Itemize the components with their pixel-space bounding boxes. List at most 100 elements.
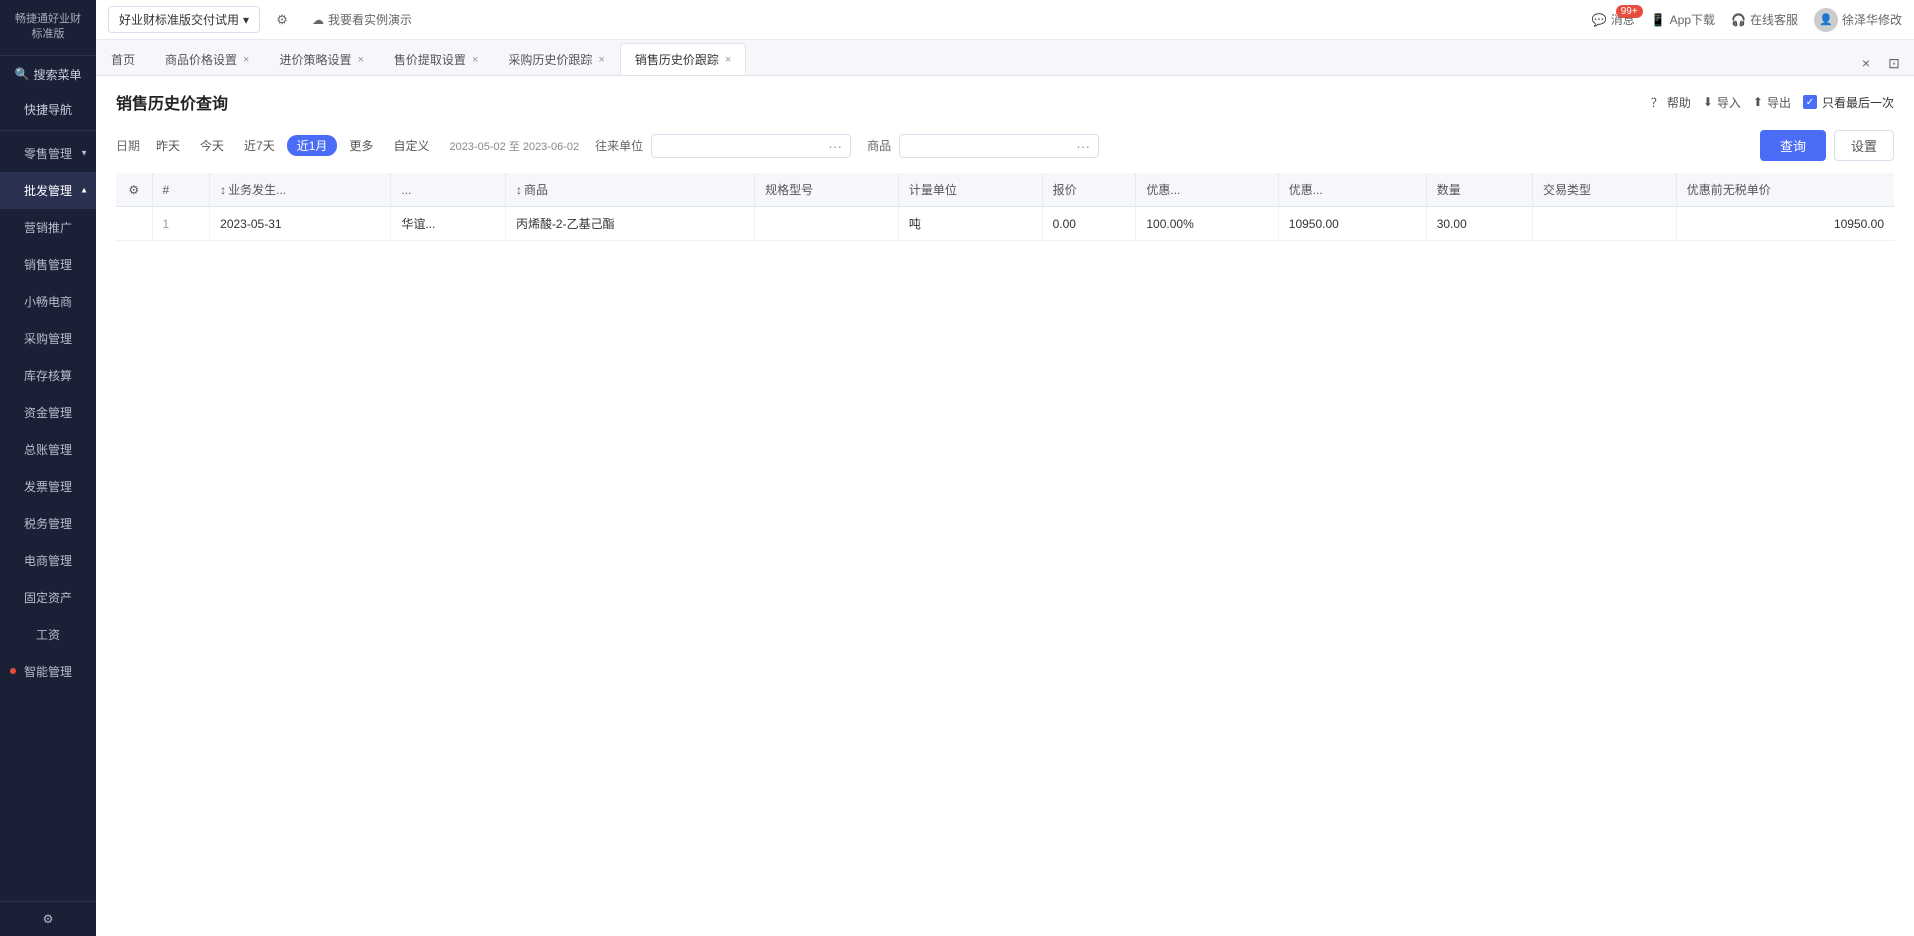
date-btn-7days[interactable]: 近7天 — [236, 135, 283, 156]
sidebar-logo: 畅捷通好业财 标准版 — [0, 0, 96, 56]
tab-purchase-history[interactable]: 采购历史价跟踪 × — [493, 43, 619, 75]
sidebar-item-marketing[interactable]: 营销推广 — [0, 209, 96, 246]
app-download-button[interactable]: 📱 App下载 — [1651, 11, 1715, 28]
table-header-row: ⚙ # ↕ 业务发生... ... ↕ 商品 — [116, 173, 1894, 207]
column-spec: 规格型号 — [755, 173, 899, 207]
page-title: 销售历史价查询 — [116, 90, 228, 114]
tab-sales-history[interactable]: 销售历史价跟踪 × — [620, 43, 746, 75]
only-last-label: 只看最后一次 — [1822, 94, 1894, 111]
sidebar-item-ledger[interactable]: 总账管理 — [0, 431, 96, 468]
sidebar-item-label: 电商管理 — [24, 552, 72, 569]
cell-discount2: 10950.00 — [1278, 207, 1426, 241]
product-input[interactable] — [908, 139, 1072, 153]
filter-action-buttons: 查询 设置 — [1760, 130, 1894, 161]
sidebar-search[interactable]: 🔍 搜索菜单 — [0, 56, 96, 93]
sidebar-bottom: ⚙ — [0, 901, 96, 936]
tab-close-icon[interactable]: × — [598, 54, 604, 66]
module-selector[interactable]: 好业财标准版交付试用 ▾ — [108, 6, 260, 33]
column-product[interactable]: ↕ 商品 — [505, 173, 754, 207]
cell-biz-date: 2023-05-31 — [210, 207, 391, 241]
sidebar: 畅捷通好业财 标准版 🔍 搜索菜单 快捷导航 零售管理 批发管理 营销推广 销售… — [0, 0, 96, 936]
query-button[interactable]: 查询 — [1760, 130, 1826, 161]
sidebar-nav[interactable]: 快捷导航 — [0, 93, 96, 126]
product-picker-icon[interactable]: ··· — [1076, 138, 1090, 154]
sidebar-item-label: 小畅电商 — [24, 293, 72, 310]
tab-close-icon[interactable]: × — [357, 54, 363, 66]
tab-label: 进价策略设置 — [279, 51, 351, 68]
sidebar-item-assets[interactable]: 固定资产 — [0, 579, 96, 616]
close-tab-button[interactable]: × — [1854, 51, 1878, 75]
date-btn-today[interactable]: 今天 — [192, 135, 232, 156]
headset-icon: 🎧 — [1731, 13, 1746, 27]
sidebar-item-ecommerce[interactable]: 电商管理 — [0, 542, 96, 579]
sidebar-item-tax[interactable]: 税务管理 — [0, 505, 96, 542]
sidebar-item-retail[interactable]: 零售管理 — [0, 135, 96, 172]
sidebar-item-sales[interactable]: 销售管理 — [0, 246, 96, 283]
message-icon: 💬 — [1592, 13, 1607, 27]
sidebar-item-label: 库存核算 — [24, 367, 72, 384]
date-btn-more[interactable]: 更多 — [341, 135, 381, 156]
date-filter-group: 日期 昨天 今天 近7天 近1月 更多 自定义 2023-05-02 至 202… — [116, 135, 579, 156]
maximize-button[interactable]: ⊡ — [1882, 51, 1906, 75]
tab-close-icon[interactable]: × — [243, 54, 249, 66]
source-unit-input-wrap: ··· — [651, 134, 851, 158]
message-button[interactable]: 💬 消息 99+ — [1592, 11, 1635, 28]
sidebar-search-label: 搜索菜单 — [33, 66, 81, 83]
cell-product: 丙烯酸-2-乙基己酯 — [505, 207, 754, 241]
source-unit-picker-icon[interactable]: ··· — [828, 138, 842, 154]
only-last-checkbox[interactable]: ✓ 只看最后一次 — [1803, 94, 1894, 111]
online-service-button[interactable]: 🎧 在线客服 — [1731, 11, 1798, 28]
column-discount1: 优惠... — [1136, 173, 1278, 207]
sidebar-item-finance[interactable]: 资金管理 — [0, 394, 96, 431]
column-biz-date[interactable]: ↕ 业务发生... — [210, 173, 391, 207]
tab-close-icon[interactable]: × — [725, 54, 731, 66]
export-label: 导出 — [1767, 94, 1791, 111]
tab-home[interactable]: 首页 — [96, 43, 150, 75]
help-button[interactable]: ？ 帮助 — [1651, 94, 1691, 111]
user-menu[interactable]: 👤 徐泽华修改 — [1814, 8, 1902, 32]
export-icon: ⬆ — [1753, 95, 1763, 109]
sidebar-item-inventory[interactable]: 库存核算 — [0, 357, 96, 394]
sidebar-item-wholesale[interactable]: 批发管理 — [0, 172, 96, 209]
source-unit-input[interactable] — [660, 139, 824, 153]
column-pretax-price: 优惠前无税单价 — [1676, 173, 1894, 207]
tab-label: 售价提取设置 — [394, 51, 466, 68]
app-download-label: App下载 — [1670, 11, 1715, 28]
date-filter-label: 日期 — [116, 137, 140, 154]
column-gear[interactable]: ⚙ — [116, 173, 152, 207]
sidebar-item-invoice[interactable]: 发票管理 — [0, 468, 96, 505]
demo-link[interactable]: ☁ 我要看实例演示 — [312, 11, 412, 28]
tab-close-icon[interactable]: × — [472, 54, 478, 66]
date-btn-yesterday[interactable]: 昨天 — [148, 135, 188, 156]
tabbar-controls: × ⊡ — [1846, 51, 1914, 75]
message-badge: 99+ — [1616, 5, 1643, 18]
column-quote: 报价 — [1042, 173, 1136, 207]
tab-price-extract[interactable]: 售价提取设置 × — [379, 43, 493, 75]
import-button[interactable]: ⬇ 导入 — [1703, 94, 1741, 111]
export-button[interactable]: ⬆ 导出 — [1753, 94, 1791, 111]
module-settings-button[interactable]: ⚙ — [268, 6, 296, 34]
cell-qty: 30.00 — [1426, 207, 1532, 241]
date-btn-1month[interactable]: 近1月 — [287, 135, 338, 156]
import-icon: ⬇ — [1703, 95, 1713, 109]
tab-purchase-strategy[interactable]: 进价策略设置 × — [264, 43, 378, 75]
checkbox-checked-icon: ✓ — [1803, 95, 1817, 109]
sidebar-item-purchase[interactable]: 采购管理 — [0, 320, 96, 357]
help-label: 帮助 — [1667, 94, 1691, 111]
sidebar-settings-button[interactable]: ⚙ — [0, 902, 96, 936]
date-btn-custom[interactable]: 自定义 — [385, 135, 437, 156]
settings-button[interactable]: 设置 — [1834, 130, 1894, 161]
page-actions: ？ 帮助 ⬇ 导入 ⬆ 导出 ✓ 只看最后一次 — [1651, 94, 1894, 111]
table-row[interactable]: 1 2023-05-31 华谊... 丙烯酸-2-乙基己酯 吨 0.00 100… — [116, 207, 1894, 241]
sidebar-item-label: 发票管理 — [24, 478, 72, 495]
demo-label: 我要看实例演示 — [328, 11, 412, 28]
notification-dot — [10, 668, 16, 674]
column-more[interactable]: ... — [391, 173, 506, 207]
tab-product-price[interactable]: 商品价格设置 × — [150, 43, 264, 75]
topbar-right: 💬 消息 99+ 📱 App下载 🎧 在线客服 👤 徐泽华修改 — [1592, 8, 1902, 32]
sidebar-item-smart[interactable]: 智能管理 — [0, 653, 96, 690]
sidebar-item-payroll[interactable]: 工资 — [0, 616, 96, 653]
sidebar-item-small-ecommerce[interactable]: 小畅电商 — [0, 283, 96, 320]
column-num: # — [152, 173, 210, 207]
main-content: 好业财标准版交付试用 ▾ ⚙ ☁ 我要看实例演示 💬 消息 99+ 📱 App下… — [96, 0, 1914, 936]
